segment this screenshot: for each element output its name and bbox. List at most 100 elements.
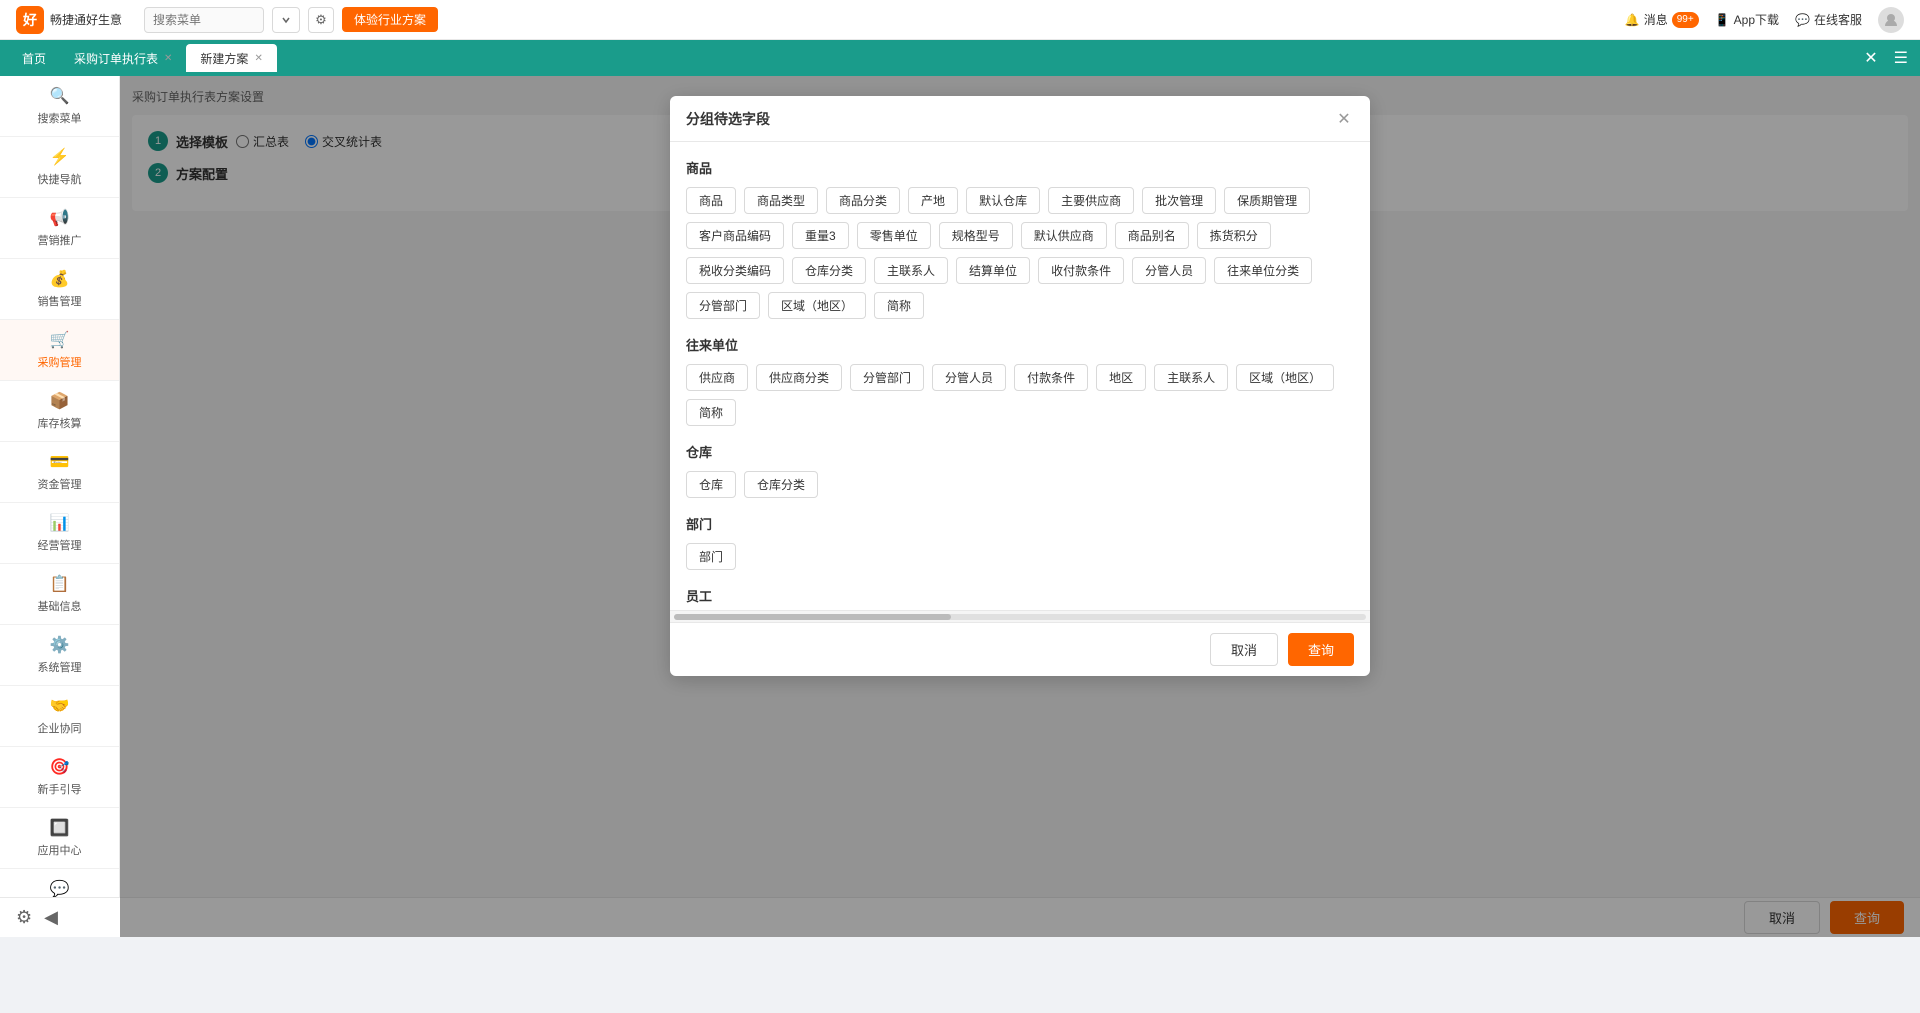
tab-home-label: 首页 [22, 50, 46, 67]
sidebar-label-marketing: 营销推广 [38, 232, 82, 248]
tab-purchase-label: 采购订单执行表 [74, 50, 158, 67]
tab-home[interactable]: 首页 [8, 44, 60, 72]
field-tag-spec-model[interactable]: 规格型号 [939, 222, 1013, 249]
search-icon: 🔍 [50, 86, 70, 106]
modal-title: 分组待选字段 [686, 109, 770, 129]
modal-hscroll[interactable] [670, 610, 1370, 622]
field-tag-main-contact[interactable]: 主联系人 [874, 257, 948, 284]
field-tag-tax-code[interactable]: 税收分类编码 [686, 257, 784, 284]
tab-close-all[interactable]: ✕ [1860, 48, 1881, 68]
field-tag-area[interactable]: 地区 [1096, 364, 1146, 391]
field-tag-dept[interactable]: 部门 [686, 543, 736, 570]
field-tag-manage-staff[interactable]: 分管人员 [932, 364, 1006, 391]
tab-new-plan-label: 新建方案 [200, 50, 248, 67]
sidebar-item-finance[interactable]: 💳 资金管理 [0, 442, 119, 503]
system-icon: ⚙️ [50, 635, 70, 655]
field-tag-weight3[interactable]: 重量3 [792, 222, 849, 249]
field-tag-shelf-life[interactable]: 保质期管理 [1224, 187, 1310, 214]
section-dept: 部门 部门 [686, 514, 1354, 570]
field-tag-contact[interactable]: 主联系人 [1154, 364, 1228, 391]
field-tag-warehouse[interactable]: 仓库 [686, 471, 736, 498]
section-warehouse-title: 仓库 [686, 442, 1354, 461]
section-dept-tags: 部门 [686, 543, 1354, 570]
sidebar-label-finance: 资金管理 [38, 476, 82, 492]
sidebar-item-sales[interactable]: 💰 销售管理 [0, 259, 119, 320]
sidebar-item-system[interactable]: ⚙️ 系统管理 [0, 625, 119, 686]
settings-btn[interactable]: ⚙ [308, 7, 334, 33]
field-tag-pick-points[interactable]: 拣货积分 [1197, 222, 1271, 249]
service-item[interactable]: 💬 在线客服 [1795, 11, 1862, 28]
field-tag-dept-manage[interactable]: 分管部门 [686, 292, 760, 319]
field-tag-supplier-category[interactable]: 供应商分类 [756, 364, 842, 391]
field-tag-batch-mgmt[interactable]: 批次管理 [1142, 187, 1216, 214]
sidebar-label-purchase: 采购管理 [38, 354, 82, 370]
nav-input-area: ⚙ 体验行业方案 [144, 7, 438, 33]
tab-purchase-list[interactable]: 采购订单执行表 ✕ [60, 44, 186, 72]
app-icon: 📱 [1715, 13, 1730, 27]
cancel-button[interactable]: 取消 [1210, 633, 1278, 666]
sidebar-label-inventory: 库存核算 [38, 415, 82, 431]
notification-item[interactable]: 🔔 消息 99+ [1625, 11, 1699, 28]
experience-btn[interactable]: 体验行业方案 [342, 7, 438, 32]
sidebar-item-collab[interactable]: 🤝 企业协同 [0, 686, 119, 747]
modal-body[interactable]: 商品 商品 商品类型 商品分类 产地 默认仓库 主要供应商 批次管理 保质期管理… [670, 142, 1370, 610]
sidebar-label-quick: 快捷导航 [38, 171, 82, 187]
section-goods: 商品 商品 商品类型 商品分类 产地 默认仓库 主要供应商 批次管理 保质期管理… [686, 158, 1354, 319]
field-tag-supplier[interactable]: 供应商 [686, 364, 748, 391]
field-tag-region-cp[interactable]: 区域（地区） [1236, 364, 1334, 391]
top-right: 🔔 消息 99+ 📱 App下载 💬 在线客服 [1625, 7, 1904, 33]
sidebar-item-basic[interactable]: 📋 基础信息 [0, 564, 119, 625]
tab-purchase-close[interactable]: ✕ [164, 53, 172, 64]
field-tag-region-goods[interactable]: 区域（地区） [768, 292, 866, 319]
sidebar-item-quick[interactable]: ⚡ 快捷导航 [0, 137, 119, 198]
field-tag-customer-goods-code[interactable]: 客户商品编码 [686, 222, 784, 249]
field-tag-goods[interactable]: 商品 [686, 187, 736, 214]
field-tag-default-supplier[interactable]: 默认供应商 [1021, 222, 1107, 249]
confirm-button[interactable]: 查询 [1288, 633, 1354, 666]
sidebar-item-marketing[interactable]: 📢 营销推广 [0, 198, 119, 259]
section-staff: 员工 业务员 [686, 586, 1354, 610]
search-input[interactable] [144, 7, 264, 33]
field-tag-goods-type[interactable]: 商品类型 [744, 187, 818, 214]
tab-menu[interactable]: ☰ [1890, 48, 1912, 68]
field-tag-payment-cond[interactable]: 付款条件 [1014, 364, 1088, 391]
notification-icon: 🔔 [1625, 13, 1640, 27]
ops-icon: 📊 [50, 513, 70, 533]
field-tag-goods-category[interactable]: 商品分类 [826, 187, 900, 214]
sidebar-item-app[interactable]: 🔲 应用中心 [0, 808, 119, 869]
field-tag-main-supplier[interactable]: 主要供应商 [1048, 187, 1134, 214]
notification-label: 消息 [1644, 11, 1668, 28]
field-tag-warehouse-cat[interactable]: 仓库分类 [744, 471, 818, 498]
field-tag-manage-dept[interactable]: 分管部门 [850, 364, 924, 391]
bottom-settings-icon[interactable]: ⚙ [16, 907, 32, 928]
quick-icon: ⚡ [50, 147, 70, 167]
field-tag-counterpart-category[interactable]: 往来单位分类 [1214, 257, 1312, 284]
field-tag-origin[interactable]: 产地 [908, 187, 958, 214]
notification-badge: 99+ [1672, 12, 1699, 28]
bottom-audio-icon[interactable]: ◀ [44, 907, 58, 928]
avatar[interactable] [1878, 7, 1904, 33]
tab-new-plan-close[interactable]: ✕ [254, 53, 262, 64]
app-download-item[interactable]: 📱 App下载 [1715, 11, 1779, 28]
field-tag-short-name-cp[interactable]: 简称 [686, 399, 736, 426]
field-tag-warehouse-category[interactable]: 仓库分类 [792, 257, 866, 284]
field-tag-goods-alias[interactable]: 商品别名 [1115, 222, 1189, 249]
guide-icon: 🎯 [50, 757, 70, 777]
top-bar: 好 畅捷通好生意 ⚙ 体验行业方案 🔔 消息 99+ 📱 App下载 💬 在线客… [0, 0, 1920, 40]
field-tag-default-warehouse[interactable]: 默认仓库 [966, 187, 1040, 214]
sidebar-item-purchase[interactable]: 🛒 采购管理 [0, 320, 119, 381]
sidebar-item-guide[interactable]: 🎯 新手引导 [0, 747, 119, 808]
sidebar-item-ops[interactable]: 📊 经营管理 [0, 503, 119, 564]
field-tag-retail-unit[interactable]: 零售单位 [857, 222, 931, 249]
field-tag-supervisor[interactable]: 分管人员 [1132, 257, 1206, 284]
tab-new-plan[interactable]: 新建方案 ✕ [186, 44, 276, 72]
field-tag-settlement-unit[interactable]: 结算单位 [956, 257, 1030, 284]
field-tag-short-name-goods[interactable]: 简称 [874, 292, 924, 319]
nav-dropdown[interactable] [272, 7, 300, 33]
modal-close-btn[interactable]: ✕ [1334, 109, 1354, 129]
section-counterpart-title: 往来单位 [686, 335, 1354, 354]
sidebar-item-inventory[interactable]: 📦 库存核算 [0, 381, 119, 442]
section-staff-title: 员工 [686, 586, 1354, 605]
field-tag-payment-terms[interactable]: 收付款条件 [1038, 257, 1124, 284]
sidebar-item-search[interactable]: 🔍 搜索菜单 [0, 76, 119, 137]
